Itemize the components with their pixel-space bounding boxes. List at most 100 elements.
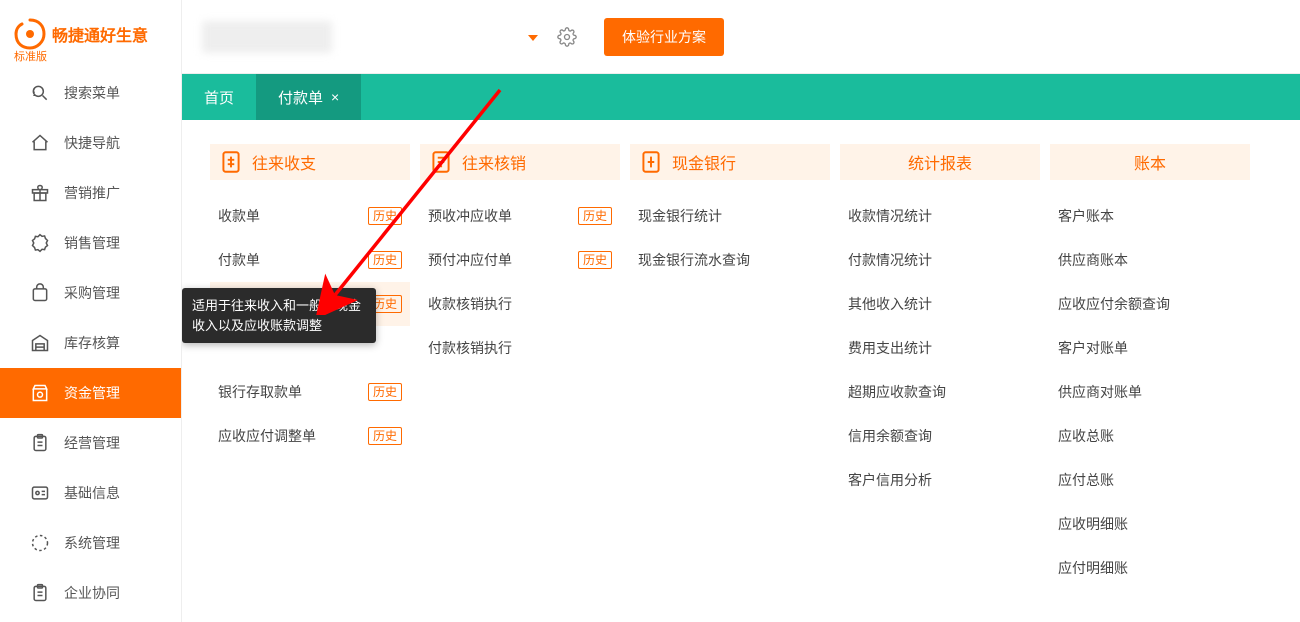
menu-item-label: 付款单 — [218, 250, 260, 270]
sidebar-item-search-menu[interactable]: 搜索菜单 — [0, 68, 181, 118]
sidebar-item-label: 搜索菜单 — [64, 83, 120, 103]
settings-button[interactable] — [550, 20, 584, 54]
column-title: 现金银行 — [672, 150, 736, 174]
menu-item[interactable]: 付款核销执行 — [420, 326, 620, 370]
menu-item[interactable]: 应付总账 — [1050, 458, 1250, 502]
sidebar-item-sales-mgmt[interactable]: 销售管理 — [0, 218, 181, 268]
menu-item[interactable]: 收款情况统计 — [840, 194, 1040, 238]
sidebar-item-label: 快捷导航 — [64, 133, 120, 153]
menu-item[interactable]: 收款核销执行 — [420, 282, 620, 326]
doc-icon — [428, 149, 454, 175]
menu-item-label: 供应商对账单 — [1058, 382, 1142, 402]
sidebar: 畅捷通好生意 标准版 搜索菜单快捷导航营销推广销售管理采购管理库存核算资金管理经… — [0, 0, 182, 622]
try-industry-button[interactable]: 体验行业方案 — [604, 18, 724, 56]
sidebar-item-ent-collab[interactable]: 企业协同 — [0, 568, 181, 618]
column-receivable-payable: 往来收支 收款单历史付款单历史其他收入单?历史费用支出单历史银行存取款单历史应收… — [210, 144, 410, 612]
badge-icon — [30, 233, 50, 253]
menu-item-label: 应收明细账 — [1058, 514, 1128, 534]
column-cash-bank: 现金银行 现金银行统计现金银行流水查询 — [630, 144, 830, 612]
menu-item[interactable]: 应付明细账 — [1050, 546, 1250, 590]
column-header: 现金银行 — [630, 144, 830, 180]
menu-item[interactable]: 客户账本 — [1050, 194, 1250, 238]
sidebar-item-system-mgmt[interactable]: 系统管理 — [0, 518, 181, 568]
logo-text: 畅捷通好生意 — [52, 22, 148, 46]
sidebar-item-quick-nav[interactable]: 快捷导航 — [0, 118, 181, 168]
menu-item[interactable]: 客户对账单 — [1050, 326, 1250, 370]
menu-item[interactable]: 供应商对账单 — [1050, 370, 1250, 414]
tab-paybill[interactable]: 付款单× — [256, 74, 361, 120]
history-tag[interactable]: 历史 — [368, 427, 402, 445]
column-ledger: 账本 客户账本供应商账本应收应付余额查询客户对账单供应商对账单应收总账应付总账应… — [1050, 144, 1250, 612]
history-tag[interactable]: 历史 — [578, 207, 612, 225]
menu-item[interactable]: 供应商账本 — [1050, 238, 1250, 282]
column-writeoff: 往来核销 预收冲应收单历史预付冲应付单历史收款核销执行付款核销执行 — [420, 144, 620, 612]
org-caret[interactable] — [522, 29, 538, 45]
menu-item[interactable]: 应收总账 — [1050, 414, 1250, 458]
menu-item[interactable]: 银行存取款单 历史 — [210, 370, 410, 414]
sidebar-item-label: 营销推广 — [64, 183, 120, 203]
history-tag[interactable]: 历史 — [368, 207, 402, 225]
doc-icon — [218, 149, 244, 175]
menu-item-label: 收款单 — [218, 206, 260, 226]
menu-item[interactable]: 超期应收款查询 — [840, 370, 1040, 414]
sidebar-item-basic-info[interactable]: 基础信息 — [0, 468, 181, 518]
tab-label: 首页 — [204, 87, 234, 108]
warehouse-icon — [30, 333, 50, 353]
id-icon — [30, 483, 50, 503]
column-reports: 统计报表 收款情况统计付款情况统计其他收入统计费用支出统计超期应收款查询信用余额… — [840, 144, 1040, 612]
menu-item[interactable]: 收款单 历史 — [210, 194, 410, 238]
sidebar-item-label: 企业协同 — [64, 583, 120, 603]
menu-item[interactable]: 信用余额查询 — [840, 414, 1040, 458]
sidebar-item-marketing[interactable]: 营销推广 — [0, 168, 181, 218]
logo-area: 畅捷通好生意 标准版 — [0, 0, 181, 68]
clipboard-icon — [30, 433, 50, 453]
menu-item[interactable]: 现金银行统计 — [630, 194, 830, 238]
column-title: 往来收支 — [252, 150, 316, 174]
tab-home[interactable]: 首页 — [182, 74, 256, 120]
sidebar-item-purchase-mgmt[interactable]: 采购管理 — [0, 268, 181, 318]
column-title: 统计报表 — [908, 150, 972, 174]
doc-icon — [638, 149, 664, 175]
sidebar-item-stock-calc[interactable]: 库存核算 — [0, 318, 181, 368]
gift-icon — [30, 183, 50, 203]
menu-item-label: 应收应付调整单 — [218, 426, 316, 446]
menu-item-label: 供应商账本 — [1058, 250, 1128, 270]
help-tooltip: 适用于往来收入和一般性现金收入以及应收账款调整 — [182, 288, 376, 343]
menu-item[interactable]: 付款情况统计 — [840, 238, 1040, 282]
home-icon — [30, 133, 50, 153]
sidebar-item-operate-mgmt[interactable]: 经营管理 — [0, 418, 181, 468]
column-title: 往来核销 — [462, 150, 526, 174]
close-icon[interactable]: × — [331, 89, 339, 105]
menu-item[interactable]: 付款单 历史 — [210, 238, 410, 282]
logo-edition: 标准版 — [14, 48, 47, 64]
menu-item[interactable]: 费用支出统计 — [840, 326, 1040, 370]
sidebar-item-label: 资金管理 — [64, 383, 120, 403]
menu-item-label: 信用余额查询 — [848, 426, 932, 446]
menu-item-label: 现金银行流水查询 — [638, 250, 750, 270]
menu-item-label: 收款核销执行 — [428, 294, 512, 314]
history-tag[interactable]: 历史 — [368, 251, 402, 269]
logo-icon — [14, 18, 46, 50]
menu-item[interactable]: 应收应付调整单 历史 — [210, 414, 410, 458]
history-tag[interactable]: 历史 — [578, 251, 612, 269]
menu-item[interactable]: 应收应付余额查询 — [1050, 282, 1250, 326]
menu-item-label: 应付明细账 — [1058, 558, 1128, 578]
menu-item[interactable]: 预收冲应收单 历史 — [420, 194, 620, 238]
history-tag[interactable]: 历史 — [368, 383, 402, 401]
menu-item-label: 预收冲应收单 — [428, 206, 512, 226]
menu-item[interactable]: 客户信用分析 — [840, 458, 1040, 502]
menu-item-label: 超期应收款查询 — [848, 382, 946, 402]
menu-item[interactable]: 预付冲应付单历史 — [420, 238, 620, 282]
column-header: 账本 — [1050, 144, 1250, 180]
sidebar-item-fund-mgmt[interactable]: 资金管理 — [0, 368, 181, 418]
menu-item-label: 银行存取款单 — [218, 382, 302, 402]
chevron-down-icon — [528, 35, 538, 41]
menu-item-label: 现金银行统计 — [638, 206, 722, 226]
menu-item-label: 应收应付余额查询 — [1058, 294, 1170, 314]
top-header: 体验行业方案 — [182, 0, 1300, 74]
menu-item[interactable]: 现金银行流水查询 — [630, 238, 830, 282]
menu-item[interactable]: 应收明细账 — [1050, 502, 1250, 546]
tab-strip: 首页 付款单× — [182, 74, 1300, 120]
menu-item-label: 客户对账单 — [1058, 338, 1128, 358]
menu-item[interactable]: 其他收入统计 — [840, 282, 1040, 326]
